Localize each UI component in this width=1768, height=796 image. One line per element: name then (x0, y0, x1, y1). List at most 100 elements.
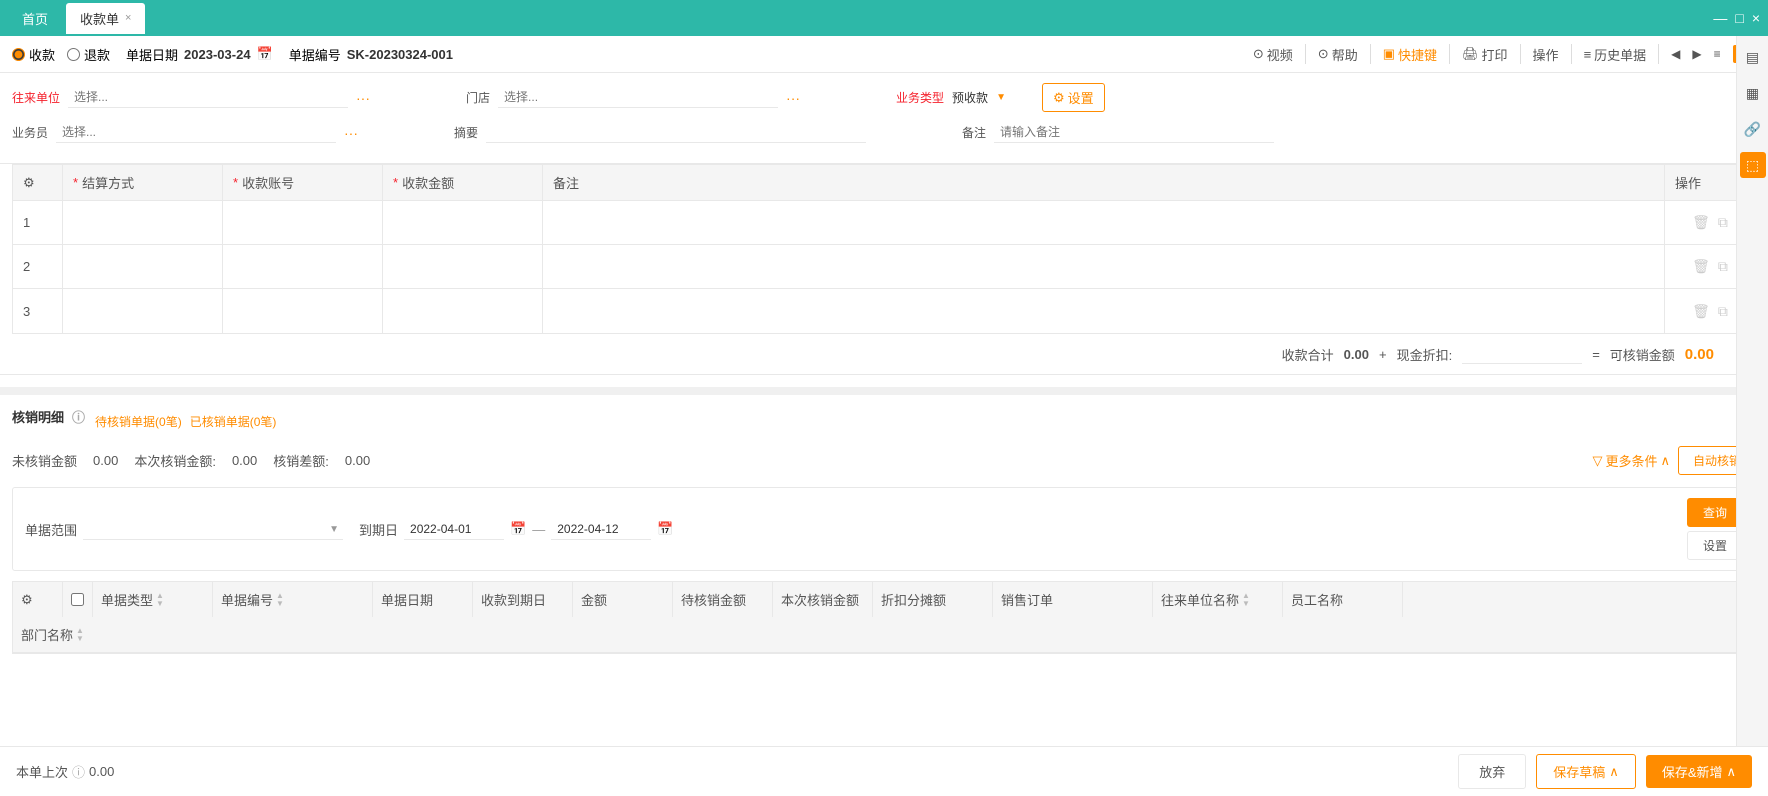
th-amount: * 收款金额 (383, 165, 543, 200)
td-account-2[interactable] (223, 245, 383, 288)
remark-input[interactable] (994, 122, 1274, 143)
td-remark-3[interactable] (543, 289, 1665, 333)
td-settlement-1[interactable] (63, 201, 223, 244)
sidebar-table-icon[interactable]: ▤ (1740, 44, 1766, 70)
date-to-input[interactable] (551, 519, 651, 540)
date-value: 2023-03-24 (184, 47, 251, 62)
td-account-3[interactable] (223, 289, 383, 333)
tab-bar-right: — □ × (1713, 10, 1760, 26)
discount-label: 现金折扣: (1397, 345, 1453, 364)
copy-icon-2[interactable]: ⧉ (1718, 258, 1728, 275)
calendar-from-icon[interactable]: 📅 (510, 521, 526, 537)
date-from-input[interactable] (404, 519, 504, 540)
diff-label: 核销差额: (273, 451, 329, 470)
shortcut-btn[interactable]: ▣ 快捷键 (1383, 45, 1437, 64)
more-conditions-btn[interactable]: ▽ 更多条件 ∧ (1592, 451, 1670, 470)
refund-radio-input[interactable] (67, 48, 80, 61)
verify-label: 可核销金额 (1610, 345, 1675, 364)
bth-due-date: 收款到期日 (473, 582, 573, 617)
filter-settings-btn[interactable]: 设置 (1687, 531, 1743, 560)
nav-next-btn[interactable]: ▶ (1692, 47, 1701, 61)
verify-value: 0.00 (1685, 346, 1714, 363)
operate-btn[interactable]: 操作 (1533, 45, 1559, 64)
delete-icon-2[interactable]: 🗑 (1692, 258, 1710, 275)
filter-range-label: 单据范围 (25, 520, 77, 539)
save-draft-btn[interactable]: 保存草稿 ∧ (1536, 754, 1636, 789)
calendar-to-icon[interactable]: 📅 (657, 521, 673, 537)
td-amount-3[interactable] (383, 289, 543, 333)
tab-home[interactable]: 首页 (8, 3, 62, 34)
receipt-radio-input[interactable] (12, 48, 25, 61)
main-content: 收款 退款 单据日期 2023-03-24 📅 单据编号 SK-20230324… (0, 36, 1768, 796)
calendar-icon[interactable]: 📅 (257, 46, 273, 62)
bth-checkbox[interactable] (63, 582, 93, 617)
sidebar-link-icon[interactable]: 🔗 (1740, 116, 1766, 142)
bth-setting[interactable]: ⚙ (13, 582, 63, 617)
sidebar-frame-icon[interactable]: ⬚ (1740, 152, 1766, 178)
filter-icon: ▽ (1592, 453, 1602, 469)
td-amount-1[interactable] (383, 201, 543, 244)
td-amount-2[interactable] (383, 245, 543, 288)
query-btn[interactable]: 查询 (1687, 498, 1743, 527)
td-account-1[interactable] (223, 201, 383, 244)
counterpart-more-btn[interactable]: ··· (356, 90, 370, 106)
pending-tab[interactable]: 待核销单据(0笔) (95, 413, 182, 430)
refund-radio[interactable]: 退款 (67, 45, 110, 64)
bth-discount: 折扣分摊额 (873, 582, 993, 617)
business-type-chevron[interactable]: ▼ (996, 92, 1006, 103)
bth-gear-icon[interactable]: ⚙ (21, 592, 33, 608)
history-btn[interactable]: ≡ 历史单据 (1584, 45, 1647, 64)
abandon-btn[interactable]: 放弃 (1458, 754, 1526, 789)
toolbar-right: ⊙ 视频 ⊙ 帮助 ▣ 快捷键 🖨 打印 操作 (1253, 44, 1756, 64)
bth-bill-date: 单据日期 (373, 582, 473, 617)
divider-5 (1571, 44, 1572, 64)
recon-info-icon[interactable]: ⓘ (72, 407, 85, 426)
copy-icon-1[interactable]: ⧉ (1718, 214, 1728, 231)
settings-button[interactable]: ⚙ 设置 (1042, 83, 1105, 112)
video-btn[interactable]: ⊙ 视频 (1253, 45, 1293, 64)
maximize-icon[interactable]: □ (1735, 10, 1743, 26)
list-view-btn[interactable]: ≡ (1714, 47, 1721, 61)
discount-input[interactable] (1462, 344, 1582, 364)
history-label: 历史单据 (1594, 45, 1646, 64)
tab-close-icon[interactable]: × (125, 12, 131, 24)
td-settlement-2[interactable] (63, 245, 223, 288)
td-remark-2[interactable] (543, 245, 1665, 288)
num-value: SK-20230324-001 (347, 47, 453, 62)
delete-icon-3[interactable]: 🗑 (1692, 303, 1710, 320)
tab-receipt[interactable]: 收款单 × (66, 3, 145, 34)
store-more-btn[interactable]: ··· (786, 90, 800, 106)
staff-more-btn[interactable]: ··· (344, 125, 358, 141)
filter-range-select[interactable] (83, 519, 343, 540)
receipt-radio[interactable]: 收款 (12, 45, 55, 64)
right-sidebar: ▤ ▦ 🔗 ⬚ (1736, 36, 1768, 746)
print-icon: 🖨 (1462, 46, 1479, 62)
delete-icon-1[interactable]: 🗑 (1692, 214, 1710, 231)
completed-tab[interactable]: 已核销单据(0笔) (190, 413, 277, 430)
minimize-icon[interactable]: — (1713, 10, 1727, 26)
nav-prev-btn[interactable]: ◀ (1671, 47, 1680, 61)
counterpart-input[interactable] (68, 87, 348, 108)
current-check-value: 0.00 (232, 453, 257, 468)
divider-3 (1449, 44, 1450, 64)
help-btn[interactable]: ⊙ 帮助 (1318, 45, 1358, 64)
td-settlement-3[interactable] (63, 289, 223, 333)
td-remark-1[interactable] (543, 201, 1665, 244)
th-setting[interactable]: ⚙ (13, 165, 63, 200)
window-close-icon[interactable]: × (1752, 10, 1760, 26)
form-row-1: 往来单位 ··· 门店 ··· 业务类型 预收款 ▼ ⚙ 设置 (12, 83, 1756, 112)
select-all-checkbox[interactable] (71, 593, 84, 606)
gear-icon[interactable]: ⚙ (23, 175, 35, 191)
copy-icon-3[interactable]: ⧉ (1718, 303, 1728, 320)
store-input[interactable] (498, 87, 778, 108)
sidebar-list-icon[interactable]: ▦ (1740, 80, 1766, 106)
print-btn[interactable]: 🖨 打印 (1462, 45, 1508, 64)
save-new-btn[interactable]: 保存&新增 ∧ (1646, 755, 1752, 788)
bottom-info-icon[interactable]: ⓘ (72, 762, 85, 781)
staff-input[interactable] (56, 122, 336, 143)
filter-range: 单据范围 ▼ (25, 519, 343, 540)
divider-2 (1370, 44, 1371, 64)
table-row: 2 🗑 ⧉ (13, 245, 1755, 289)
summary-input[interactable] (486, 122, 866, 143)
current-check-label: 本次核销金额: (134, 451, 216, 470)
